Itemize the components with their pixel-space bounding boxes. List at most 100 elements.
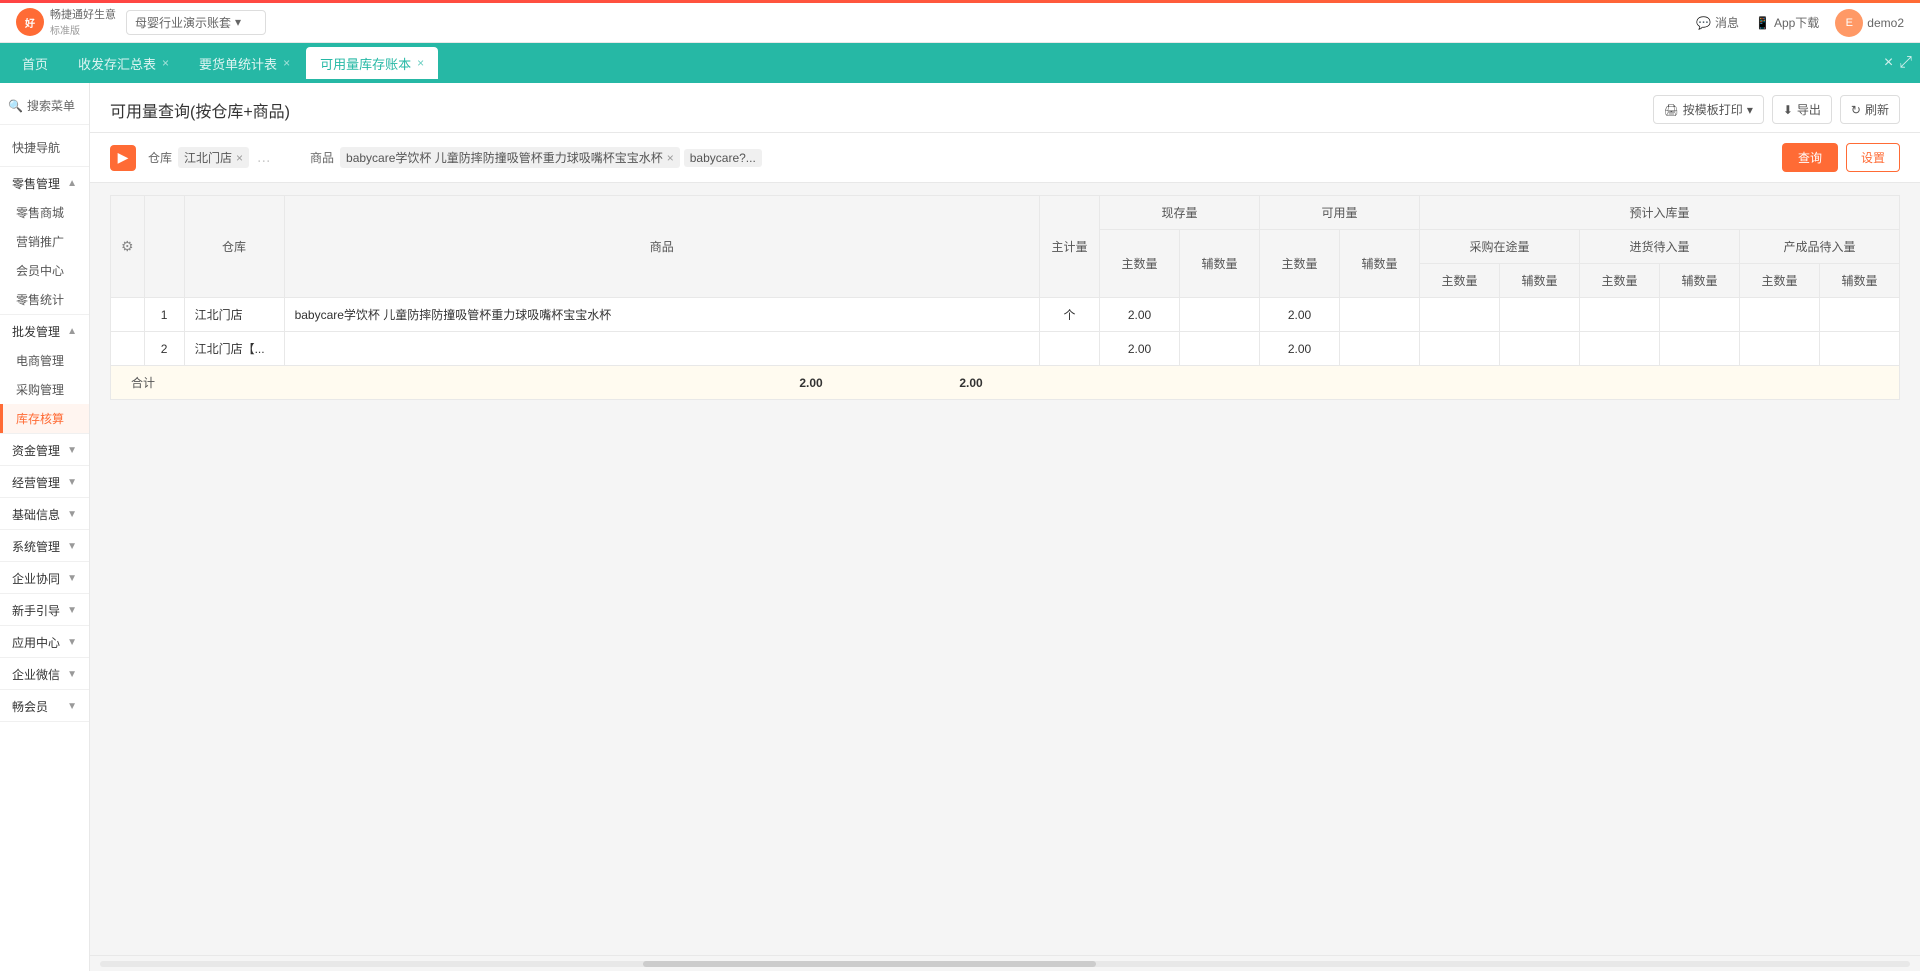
message-btn[interactable]: 💬 消息 [1696, 14, 1739, 31]
sidebar-section-ops-header[interactable]: 经营管理 ▼ [0, 466, 89, 497]
sidebar-item-member-center[interactable]: 会员中心 [0, 256, 89, 285]
sidebar-item-retail-mall[interactable]: 零售商城 [0, 198, 89, 227]
footer-stock-main: 2.00 [771, 376, 851, 390]
th-incoming-group: 进货待入量 [1580, 230, 1740, 264]
refresh-btn[interactable]: ↻ 刷新 [1840, 95, 1900, 124]
th-no [144, 196, 184, 298]
td-purchase-main-1 [1420, 298, 1500, 332]
sidebar-section-finance: 资金管理 ▼ [0, 434, 89, 466]
warehouse-tag-remove[interactable]: × [236, 151, 243, 165]
tab-expand-icon[interactable]: ⤢ [1899, 54, 1912, 72]
td-available-main-1: 2.00 [1260, 298, 1340, 332]
sidebar-section-enterprise-label: 企业协同 [12, 570, 60, 587]
page-header: 可用量查询(按仓库+商品) 🖨 按模板打印 ▾ ⬇ 导出 ↻ 刷新 [90, 83, 1920, 133]
tab-available-stock-label: 可用量库存账本 [320, 54, 411, 73]
industry-selector[interactable]: 母婴行业演示账套 ▾ [126, 10, 266, 35]
sidebar-item-retail-stats[interactable]: 零售统计 [0, 285, 89, 314]
sidebar-section-wechat-header[interactable]: 企业微信 ▼ [0, 658, 89, 689]
th-planned-group: 预计入库量 [1420, 196, 1900, 230]
th-production-aux: 辅数量 [1820, 264, 1900, 298]
phone-icon: 📱 [1755, 16, 1770, 30]
tab-available-stock-close[interactable]: × [417, 56, 424, 70]
sidebar-section-member-header[interactable]: 畅会员 ▼ [0, 690, 89, 721]
sidebar-quick-nav[interactable]: 快捷导航 [0, 129, 89, 167]
scroll-thumb[interactable] [643, 961, 1096, 967]
sidebar-search[interactable]: 🔍 搜索菜单 [0, 91, 89, 125]
sidebar-section-appcenter-header[interactable]: 应用中心 ▼ [0, 626, 89, 657]
sidebar-section-appcenter-label: 应用中心 [12, 634, 60, 651]
table-footer: 合计 2.00 2.00 [110, 366, 1900, 400]
horizontal-scrollbar[interactable] [100, 961, 1910, 967]
sidebar-section-newbie-header[interactable]: 新手引导 ▼ [0, 594, 89, 625]
setting-btn[interactable]: 设置 [1846, 143, 1900, 172]
td-incoming-aux-2 [1660, 332, 1740, 366]
chevron-down-icon-4: ▼ [67, 509, 77, 520]
warehouse-tag-text: 江北门店 [184, 149, 232, 166]
td-available-main-2: 2.00 [1260, 332, 1340, 366]
td-warehouse-2: 江北门店【... [184, 332, 284, 366]
sidebar-section-wholesale-header[interactable]: 批发管理 ▲ [0, 315, 89, 346]
th-available-aux: 辅数量 [1340, 230, 1420, 298]
th-stock-aux: 辅数量 [1180, 230, 1260, 298]
product-tag-container: babycare学饮杯 儿童防摔防撞吸管杯重力球吸嘴杯宝宝水杯 × babyca… [340, 147, 762, 168]
sidebar-item-procurement[interactable]: 采购管理 [0, 375, 89, 404]
sidebar-section-retail-header[interactable]: 零售管理 ▲ [0, 167, 89, 198]
chevron-up-icon: ▲ [67, 178, 77, 189]
sidebar-section-enterprise-header[interactable]: 企业协同 ▼ [0, 562, 89, 593]
td-production-aux-1 [1820, 298, 1900, 332]
td-product-1: babycare学饮杯 儿童防摔防撞吸管杯重力球吸嘴杯宝宝水杯 [284, 298, 1039, 332]
product-tag-2: babycare?... [684, 149, 762, 167]
sidebar-section-basic-header[interactable]: 基础信息 ▼ [0, 498, 89, 529]
message-icon: 💬 [1696, 16, 1711, 30]
warehouse-tag: 江北门店 × [178, 147, 249, 168]
sidebar-section-newbie-label: 新手引导 [12, 602, 60, 619]
td-incoming-main-2 [1580, 332, 1660, 366]
th-incoming-aux: 辅数量 [1660, 264, 1740, 298]
refresh-label: 刷新 [1865, 101, 1889, 118]
tab-home[interactable]: 首页 [8, 47, 62, 79]
sidebar-section-finance-header[interactable]: 资金管理 ▼ [0, 434, 89, 465]
td-unit-2 [1040, 332, 1100, 366]
tab-receivables[interactable]: 收发存汇总表 × [64, 47, 183, 79]
sidebar-section-sys-header[interactable]: 系统管理 ▼ [0, 530, 89, 561]
user-avatar-btn[interactable]: E demo2 [1835, 9, 1904, 37]
app-download-btn[interactable]: 📱 App下载 [1755, 14, 1819, 31]
chevron-down-icon-2: ▼ [67, 445, 77, 456]
th-production-main: 主数量 [1740, 264, 1820, 298]
warehouse-more-icon[interactable]: ... [253, 149, 274, 167]
template-print-btn[interactable]: 🖨 按模板打印 ▾ [1653, 95, 1764, 124]
gear-icon[interactable]: ⚙ [121, 238, 134, 254]
th-purchase-main: 主数量 [1420, 264, 1500, 298]
footer-available-main: 2.00 [931, 376, 1011, 390]
query-btn[interactable]: 查询 [1782, 143, 1838, 172]
sidebar-item-inventory[interactable]: 库存核算 [0, 404, 89, 433]
sidebar-search-label: 搜索菜单 [27, 97, 75, 114]
sidebar: 🔍 搜索菜单 快捷导航 零售管理 ▲ 零售商城 营销推广 会员中心 零售统计 批… [0, 83, 90, 971]
sidebar-section-retail: 零售管理 ▲ 零售商城 营销推广 会员中心 零售统计 [0, 167, 89, 315]
td-stock-aux-1 [1180, 298, 1260, 332]
top-bar-left: 好 畅捷通好生意 标准版 母婴行业演示账套 ▾ [16, 8, 266, 37]
td-stock-main-1: 2.00 [1100, 298, 1180, 332]
tab-close-all-icon[interactable]: × [1884, 54, 1893, 72]
tab-receivables-close[interactable]: × [162, 56, 169, 70]
th-unit: 主计量 [1040, 196, 1100, 298]
sidebar-item-marketing[interactable]: 营销推广 [0, 227, 89, 256]
search-icon: 🔍 [8, 99, 23, 113]
td-stock-aux-2 [1180, 332, 1260, 366]
sidebar-section-sys: 系统管理 ▼ [0, 530, 89, 562]
tab-available-stock[interactable]: 可用量库存账本 × [306, 47, 438, 79]
filter-actions: 查询 设置 [1782, 143, 1900, 172]
tab-order-stats-close[interactable]: × [283, 56, 290, 70]
export-btn[interactable]: ⬇ 导出 [1772, 95, 1832, 124]
th-purchase-aux: 辅数量 [1500, 264, 1580, 298]
tab-receivables-label: 收发存汇总表 [78, 54, 156, 73]
refresh-icon: ↻ [1851, 103, 1861, 117]
td-incoming-aux-1 [1660, 298, 1740, 332]
sidebar-section-retail-label: 零售管理 [12, 175, 60, 192]
chevron-down-icon-10: ▼ [67, 701, 77, 712]
tab-order-stats[interactable]: 要货单统计表 × [185, 47, 304, 79]
product-tag-1-remove[interactable]: × [667, 151, 674, 165]
filter-toggle-btn[interactable]: ▶ [110, 145, 136, 171]
sidebar-nav-link[interactable]: 快捷导航 [0, 133, 89, 162]
sidebar-item-ecommerce[interactable]: 电商管理 [0, 346, 89, 375]
